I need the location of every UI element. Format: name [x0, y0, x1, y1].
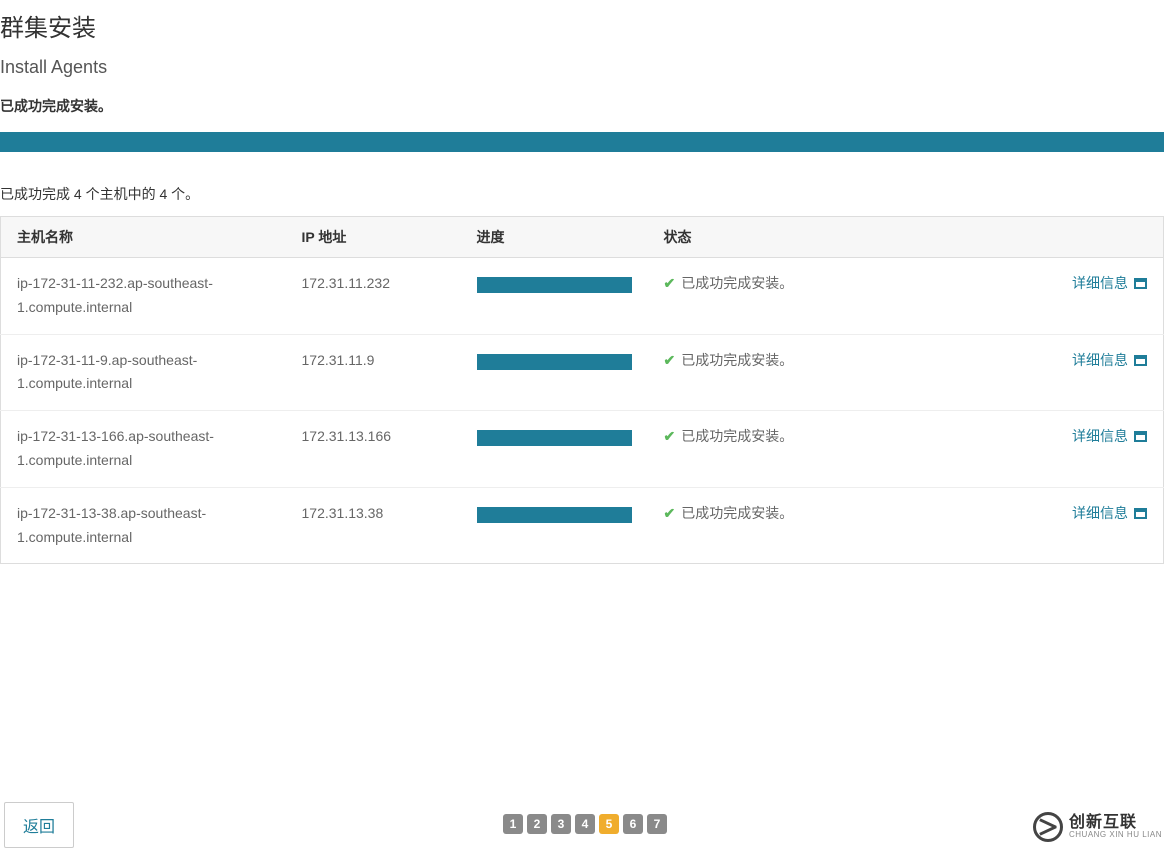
pager-3[interactable]: 3	[551, 814, 571, 834]
popup-icon	[1134, 278, 1147, 289]
table-row: ip-172-31-11-232.ap-southeast-1.compute.…	[1, 258, 1164, 335]
pager-5[interactable]: 5	[599, 814, 619, 834]
col-header-status: 状态	[648, 217, 978, 258]
cell-status: ✔已成功完成安装。	[648, 258, 978, 335]
row-progress-bar	[477, 507, 632, 523]
cell-host: ip-172-31-11-232.ap-southeast-1.compute.…	[1, 258, 286, 335]
cell-ip: 172.31.11.9	[286, 334, 461, 411]
pager: 1 2 3 4 5 6 7	[503, 814, 667, 834]
popup-icon	[1134, 508, 1147, 519]
pager-2[interactable]: 2	[527, 814, 547, 834]
cell-host: ip-172-31-13-38.ap-southeast-1.compute.i…	[1, 487, 286, 564]
cell-ip: 172.31.13.38	[286, 487, 461, 564]
check-icon: ✔	[664, 425, 676, 449]
cell-host: ip-172-31-13-166.ap-southeast-1.compute.…	[1, 411, 286, 488]
popup-icon	[1134, 431, 1147, 442]
pager-7[interactable]: 7	[647, 814, 667, 834]
brand-name-en: CHUANG XIN HU LIAN	[1069, 831, 1162, 839]
cell-progress	[461, 411, 648, 488]
cell-progress	[461, 334, 648, 411]
cell-ip: 172.31.13.166	[286, 411, 461, 488]
cell-status: ✔已成功完成安装。	[648, 334, 978, 411]
table-row: ip-172-31-13-38.ap-southeast-1.compute.i…	[1, 487, 1164, 564]
table-row: ip-172-31-11-9.ap-southeast-1.compute.in…	[1, 334, 1164, 411]
detail-link[interactable]: 详细信息	[1072, 275, 1147, 291]
cell-ip: 172.31.11.232	[286, 258, 461, 335]
cell-progress	[461, 487, 648, 564]
back-button[interactable]: 返回	[4, 802, 74, 848]
page-subtitle: Install Agents	[0, 43, 1170, 78]
row-progress-bar	[477, 430, 632, 446]
overall-progress-bar	[0, 132, 1164, 152]
table-row: ip-172-31-13-166.ap-southeast-1.compute.…	[1, 411, 1164, 488]
cell-status: ✔已成功完成安装。	[648, 411, 978, 488]
detail-link[interactable]: 详细信息	[1072, 428, 1147, 444]
brand-name-cn: 创新互联	[1069, 815, 1162, 831]
cell-status: ✔已成功完成安装。	[648, 487, 978, 564]
col-header-ip: IP 地址	[286, 217, 461, 258]
popup-icon	[1134, 355, 1147, 366]
pager-1[interactable]: 1	[503, 814, 523, 834]
col-header-host: 主机名称	[1, 217, 286, 258]
hosts-table: 主机名称 IP 地址 进度 状态 ip-172-31-11-232.ap-sou…	[0, 216, 1164, 564]
cell-detail: 详细信息	[978, 258, 1164, 335]
cell-progress	[461, 258, 648, 335]
cell-host: ip-172-31-11-9.ap-southeast-1.compute.in…	[1, 334, 286, 411]
install-complete-text: 已成功完成安装。	[0, 78, 1170, 132]
detail-link[interactable]: 详细信息	[1072, 505, 1147, 521]
brand-logo-icon	[1033, 812, 1063, 842]
col-header-detail	[978, 217, 1164, 258]
footer: 返回 1 2 3 4 5 6 7 创新互联 CHUANG XIN HU LIAN	[0, 798, 1170, 848]
cell-detail: 详细信息	[978, 487, 1164, 564]
row-progress-bar	[477, 277, 632, 293]
pager-6[interactable]: 6	[623, 814, 643, 834]
summary-text: 已成功完成 4 个主机中的 4 个。	[0, 152, 1170, 216]
detail-link[interactable]: 详细信息	[1072, 352, 1147, 368]
check-icon: ✔	[664, 272, 676, 296]
cell-detail: 详细信息	[978, 334, 1164, 411]
page-title: 群集安装	[0, 0, 1170, 43]
check-icon: ✔	[664, 349, 676, 373]
brand-logo: 创新互联 CHUANG XIN HU LIAN	[1033, 812, 1162, 842]
pager-4[interactable]: 4	[575, 814, 595, 834]
col-header-progress: 进度	[461, 217, 648, 258]
check-icon: ✔	[664, 502, 676, 526]
cell-detail: 详细信息	[978, 411, 1164, 488]
row-progress-bar	[477, 354, 632, 370]
